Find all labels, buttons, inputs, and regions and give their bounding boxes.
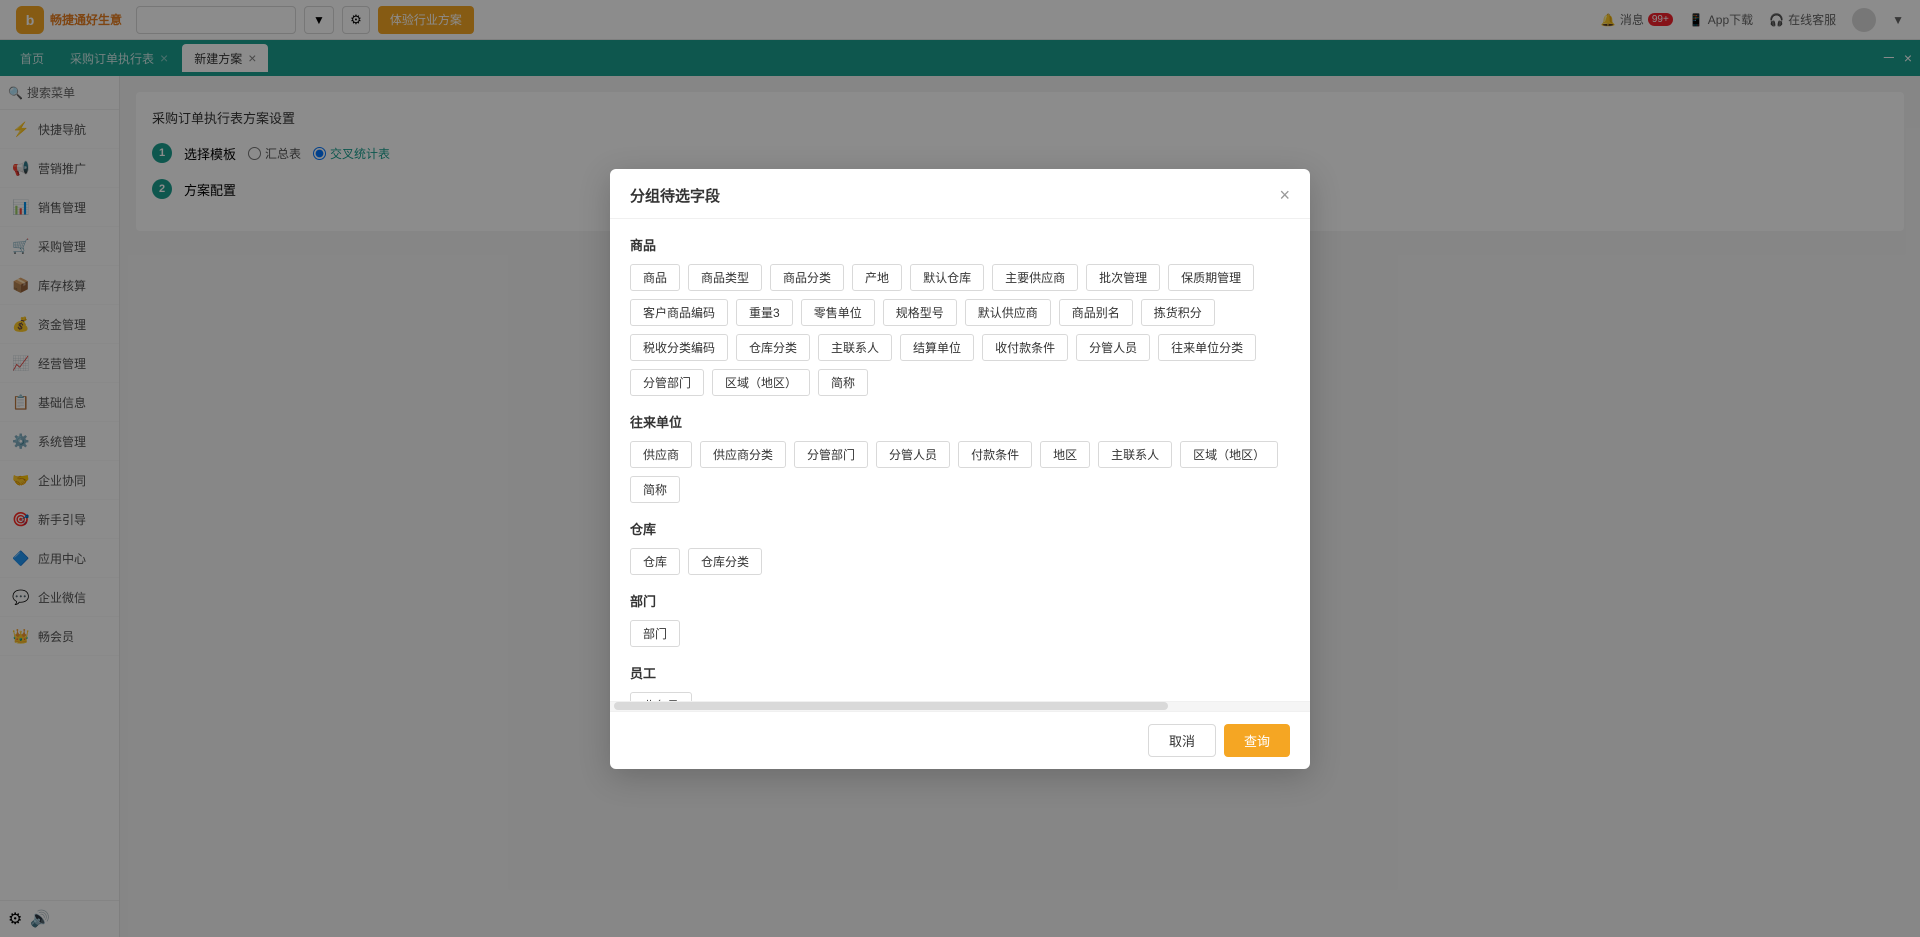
field-tag[interactable]: 付款条件 (958, 441, 1032, 468)
field-group-warehouse: 仓库 仓库 仓库分类 (630, 519, 1290, 575)
modal-title: 分组待选字段 (630, 185, 720, 206)
field-tag[interactable]: 业务员 (630, 692, 692, 702)
field-tag[interactable]: 往来单位分类 (1158, 334, 1256, 361)
field-tag[interactable]: 产地 (852, 264, 902, 291)
field-tag[interactable]: 部门 (630, 620, 680, 647)
field-tag[interactable]: 简称 (818, 369, 868, 396)
field-tag[interactable]: 商品别名 (1059, 299, 1133, 326)
modal-overlay: 分组待选字段 × 商品 商品 商品类型 商品分类 产地 默认仓库 主要供应商 批… (0, 0, 1920, 937)
field-tag[interactable]: 收付款条件 (982, 334, 1068, 361)
field-tag[interactable]: 默认仓库 (910, 264, 984, 291)
modal-horizontal-scrollbar[interactable] (610, 701, 1310, 710)
confirm-button[interactable]: 查询 (1224, 724, 1290, 757)
field-group-employee: 员工 业务员 (630, 663, 1290, 702)
modal-header: 分组待选字段 × (610, 169, 1310, 219)
field-tag[interactable]: 结算单位 (900, 334, 974, 361)
field-tag[interactable]: 重量3 (736, 299, 793, 326)
field-group-employee-title: 员工 (630, 663, 1290, 682)
field-tag[interactable]: 供应商 (630, 441, 692, 468)
field-tag[interactable]: 区域（地区） (712, 369, 810, 396)
field-tag[interactable]: 仓库分类 (736, 334, 810, 361)
field-tag[interactable]: 商品类型 (688, 264, 762, 291)
field-tag[interactable]: 仓库 (630, 548, 680, 575)
modal-body: 商品 商品 商品类型 商品分类 产地 默认仓库 主要供应商 批次管理 保质期管理… (610, 219, 1310, 702)
field-tag[interactable]: 分管人员 (876, 441, 950, 468)
field-group-dept-title: 部门 (630, 591, 1290, 610)
field-tag[interactable]: 主要供应商 (992, 264, 1078, 291)
field-list-product: 商品 商品类型 商品分类 产地 默认仓库 主要供应商 批次管理 保质期管理 客户… (630, 264, 1290, 396)
cancel-button[interactable]: 取消 (1148, 724, 1216, 757)
field-tag[interactable]: 零售单位 (801, 299, 875, 326)
field-tag[interactable]: 拣货积分 (1141, 299, 1215, 326)
field-tag[interactable]: 区域（地区） (1180, 441, 1278, 468)
field-group-dept: 部门 部门 (630, 591, 1290, 647)
field-tag[interactable]: 主联系人 (818, 334, 892, 361)
field-tag[interactable]: 主联系人 (1098, 441, 1172, 468)
field-tag[interactable]: 分管部门 (794, 441, 868, 468)
field-list-employee: 业务员 (630, 692, 1290, 702)
field-select-modal: 分组待选字段 × 商品 商品 商品类型 商品分类 产地 默认仓库 主要供应商 批… (610, 169, 1310, 769)
field-tag[interactable]: 商品 (630, 264, 680, 291)
field-group-partner-title: 往来单位 (630, 412, 1290, 431)
field-group-warehouse-title: 仓库 (630, 519, 1290, 538)
field-tag[interactable]: 客户商品编码 (630, 299, 728, 326)
field-tag[interactable]: 分管人员 (1076, 334, 1150, 361)
modal-hscroll-thumb (614, 702, 1168, 710)
modal-footer: 取消 查询 (610, 711, 1310, 769)
field-tag[interactable]: 简称 (630, 476, 680, 503)
field-tag[interactable]: 供应商分类 (700, 441, 786, 468)
field-list-dept: 部门 (630, 620, 1290, 647)
field-tag[interactable]: 默认供应商 (965, 299, 1051, 326)
field-tag[interactable]: 商品分类 (770, 264, 844, 291)
field-group-product-title: 商品 (630, 235, 1290, 254)
modal-close-button[interactable]: × (1279, 186, 1290, 204)
field-list-partner: 供应商 供应商分类 分管部门 分管人员 付款条件 地区 主联系人 区域（地区） … (630, 441, 1290, 503)
field-tag[interactable]: 分管部门 (630, 369, 704, 396)
field-tag[interactable]: 税收分类编码 (630, 334, 728, 361)
field-tag[interactable]: 批次管理 (1086, 264, 1160, 291)
field-tag[interactable]: 仓库分类 (688, 548, 762, 575)
field-tag[interactable]: 保质期管理 (1168, 264, 1254, 291)
field-list-warehouse: 仓库 仓库分类 (630, 548, 1290, 575)
field-tag[interactable]: 规格型号 (883, 299, 957, 326)
field-tag[interactable]: 地区 (1040, 441, 1090, 468)
field-group-partner: 往来单位 供应商 供应商分类 分管部门 分管人员 付款条件 地区 主联系人 区域… (630, 412, 1290, 503)
field-group-product: 商品 商品 商品类型 商品分类 产地 默认仓库 主要供应商 批次管理 保质期管理… (630, 235, 1290, 396)
